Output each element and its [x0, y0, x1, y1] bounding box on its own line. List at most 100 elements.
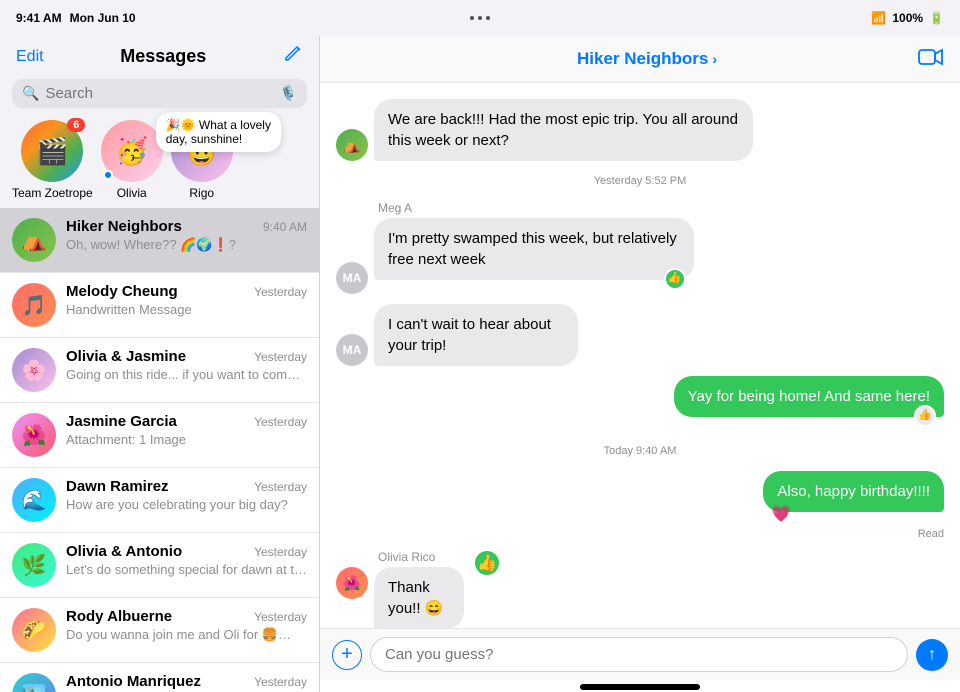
conversation-item-dawn[interactable]: 🌊 Dawn Ramirez Yesterday How are you cel… [0, 468, 319, 533]
badge-count-team: 6 [67, 118, 85, 132]
status-date: Mon Jun 10 [70, 11, 136, 25]
sidebar-header: Edit Messages [0, 36, 319, 73]
chat-input-row: + ↑ [320, 628, 960, 680]
status-bar-right: 📶 100% 🔋 [871, 11, 944, 25]
status-bar-center [470, 16, 490, 20]
status-time: 9:41 AM [16, 11, 62, 25]
chat-avatar-olivia: 🌺 [336, 567, 368, 599]
pinned-name-rigo: Rigo [189, 186, 214, 200]
conversation-name-hiker: Hiker Neighbors [66, 218, 182, 235]
resize-handle[interactable] [318, 72, 326, 692]
dot-3 [486, 16, 490, 20]
battery-icon: 🔋 [929, 11, 944, 25]
battery-level: 100% [892, 11, 923, 25]
heart-reaction-1: 💗 [771, 504, 791, 526]
message-bubble-3: I can't wait to hear about your trip! [374, 304, 578, 366]
conversation-item-jasmine[interactable]: 🌺 Jasmine Garcia Yesterday Attachment: 1… [0, 403, 319, 468]
send-button[interactable]: ↑ [916, 639, 948, 671]
pinned-contact-olivia[interactable]: 🥳 Olivia [101, 120, 163, 200]
thumb-reaction-1: 👍 [664, 268, 686, 290]
add-attachment-button[interactable]: + [332, 640, 362, 670]
edit-button[interactable]: Edit [16, 48, 44, 66]
chat-panel: Hiker Neighbors › ⛺ We are back!!! Had t… [320, 36, 960, 692]
conversation-preview-melody: Handwritten Message [66, 302, 307, 317]
conversation-item-olivia-a[interactable]: 🌿 Olivia & Antonio Yesterday Let's do so… [0, 533, 319, 598]
messages-sidebar: Edit Messages 🔍 🎙️ 🎬 6 Team Zoetrope [0, 36, 320, 692]
chat-messages-area: ⛺ We are back!!! Had the most epic trip.… [320, 83, 960, 628]
mic-icon: 🎙️ [280, 85, 297, 102]
conversation-time-olivia-j: Yesterday [254, 350, 307, 364]
pinned-name-team: Team Zoetrope [12, 186, 93, 200]
conversation-list: ⛺ Hiker Neighbors 9:40 AM Oh, wow! Where… [0, 208, 319, 692]
message-row-6: Olivia Rico 🌺 Thank you!! 😄 👍 [336, 550, 944, 628]
conversation-preview-hiker: Oh, wow! Where?? 🌈🌍❗? [66, 237, 307, 253]
message-bubble-6: Thank you!! 😄 [374, 567, 464, 628]
conversation-preview-olivia-j: Going on this ride... if you want to com… [66, 367, 307, 382]
conversation-name-melody: Melody Cheung [66, 283, 178, 300]
pinned-avatar-team: 🎬 6 [21, 120, 83, 182]
message-row-5: Also, happy birthday!!!! 💗 Read [336, 471, 944, 540]
timestamp-2: Today 9:40 AM [336, 445, 944, 457]
pinned-contact-team[interactable]: 🎬 6 Team Zoetrope [12, 120, 93, 200]
conversation-avatar-hiker: ⛺ [12, 218, 56, 262]
conversation-time-hiker: 9:40 AM [263, 220, 307, 234]
message-input[interactable] [370, 637, 908, 672]
timestamp-1: Yesterday 5:52 PM [336, 175, 944, 187]
search-icon: 🔍 [22, 85, 39, 102]
conversation-item-hiker[interactable]: ⛺ Hiker Neighbors 9:40 AM Oh, wow! Where… [0, 208, 319, 273]
conversation-avatar-dawn: 🌊 [12, 478, 56, 522]
pinned-contacts-row: 🎬 6 Team Zoetrope 🎉🌞 What a lovelyday, s… [0, 116, 319, 208]
message-row-3: MA I can't wait to hear about your trip! [336, 304, 944, 366]
status-bar: 9:41 AM Mon Jun 10 📶 100% 🔋 [0, 0, 960, 36]
message-row-4: Yay for being home! And same here! 👍 [336, 376, 944, 431]
conversation-item-rody[interactable]: 🌮 Rody Albuerne Yesterday Do you wanna j… [0, 598, 319, 663]
conversation-avatar-jasmine: 🌺 [12, 413, 56, 457]
message-row-1: ⛺ We are back!!! Had the most epic trip.… [336, 99, 944, 161]
message-row-2: Meg A MA I'm pretty swamped this week, b… [336, 201, 944, 294]
chat-avatar-meg: MA [336, 262, 368, 294]
message-bubble-4: Yay for being home! And same here! 👍 [674, 376, 944, 417]
conversation-time-olivia-a: Yesterday [254, 545, 307, 559]
conversation-name-olivia-a: Olivia & Antonio [66, 543, 182, 560]
message-bubble-2: I'm pretty swamped this week, but relati… [374, 218, 694, 280]
sidebar-title: Messages [120, 46, 206, 67]
conversation-item-olivia-j[interactable]: 🌸 Olivia & Jasmine Yesterday Going on th… [0, 338, 319, 403]
compose-button[interactable] [283, 44, 303, 69]
wifi-icon: 📶 [871, 11, 886, 25]
chat-avatar-group: ⛺ [336, 129, 368, 161]
search-bar[interactable]: 🔍 🎙️ [12, 79, 307, 108]
message-bubble-1: We are back!!! Had the most epic trip. Y… [374, 99, 753, 161]
pinned-contact-olivia-wrapper: 🎉🌞 What a lovelyday, sunshine! 🥳 Olivia [101, 120, 163, 200]
chat-header: Hiker Neighbors › [320, 36, 960, 83]
chat-avatar-meg-2: MA [336, 334, 368, 366]
sender-name-meg: Meg A [378, 201, 412, 215]
conversation-preview-olivia-a: Let's do something special for dawn at t… [66, 562, 307, 577]
status-bar-left: 9:41 AM Mon Jun 10 [16, 11, 136, 25]
conversation-name-olivia-j: Olivia & Jasmine [66, 348, 186, 365]
read-receipt: Read [918, 528, 944, 540]
conversation-time-dawn: Yesterday [254, 480, 307, 494]
chat-title[interactable]: Hiker Neighbors › [577, 49, 717, 69]
video-call-icon[interactable] [918, 46, 944, 72]
conversation-avatar-antonio: 🏙️ [12, 673, 56, 692]
pinned-name-olivia: Olivia [117, 186, 147, 200]
sender-name-olivia: Olivia Rico [378, 550, 435, 564]
conversation-item-antonio[interactable]: 🏙️ Antonio Manriquez Yesterday [0, 663, 319, 692]
conversation-avatar-olivia-a: 🌿 [12, 543, 56, 587]
conversation-time-jasmine: Yesterday [254, 415, 307, 429]
chevron-right-icon: › [712, 51, 717, 67]
conversation-time-rody: Yesterday [254, 610, 307, 624]
tapback-thumbsup: 👍 [473, 549, 501, 577]
thumb-reaction-2: 👍 [914, 405, 936, 427]
unread-dot-olivia [103, 170, 113, 180]
conversation-preview-rody: Do you wanna join me and Oli for 🍔🔍 brea… [66, 627, 307, 643]
conversation-name-jasmine: Jasmine Garcia [66, 413, 177, 430]
chat-title-text: Hiker Neighbors [577, 49, 708, 69]
conversation-item-melody[interactable]: 🎵 Melody Cheung Yesterday Handwritten Me… [0, 273, 319, 338]
conversation-name-antonio: Antonio Manriquez [66, 673, 201, 690]
search-input[interactable] [45, 85, 273, 102]
conversation-avatar-rody: 🌮 [12, 608, 56, 652]
conversation-time-antonio: Yesterday [254, 675, 307, 689]
dot-2 [478, 16, 482, 20]
pinned-avatar-olivia: 🥳 [101, 120, 163, 182]
